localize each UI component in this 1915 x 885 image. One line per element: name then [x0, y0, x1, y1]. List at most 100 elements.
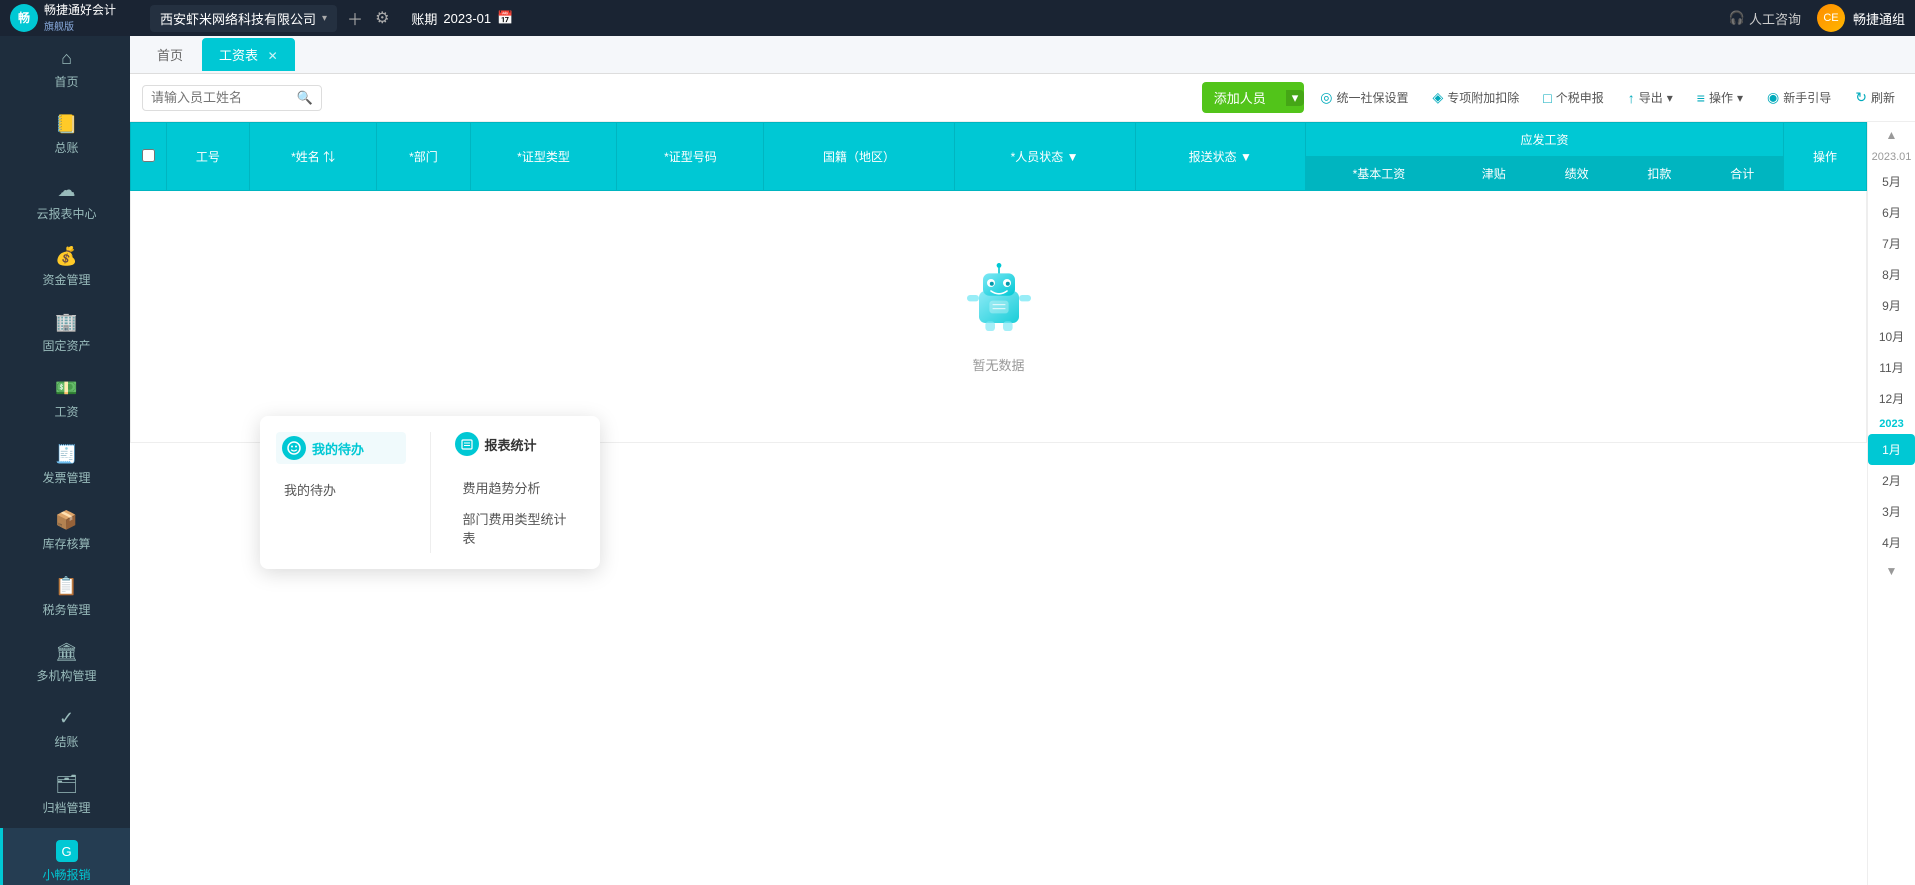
special-deduction-label: 专项附加扣除: [1447, 89, 1519, 106]
sidebar-label-xiaochang: 小畅报销: [42, 866, 90, 883]
month-nav-up[interactable]: ▲: [1868, 122, 1915, 148]
year-label-top: 2023.01: [1872, 148, 1912, 166]
calendar-icon[interactable]: 📅: [497, 10, 513, 26]
popup-expense-trend[interactable]: 费用趋势分析: [455, 472, 585, 503]
sidebar-item-assets[interactable]: 🏢 固定资产: [0, 300, 130, 366]
salary-icon: 💵: [55, 378, 77, 399]
tab-home-label: 首页: [157, 48, 183, 63]
month-item-7[interactable]: 7月: [1868, 228, 1915, 259]
tax-report-label: 个税申报: [1556, 89, 1604, 106]
avatar: CE: [1817, 4, 1845, 32]
sidebar-item-archive[interactable]: 🗂 归档管理: [0, 762, 130, 828]
settings-icon[interactable]: ⚙: [375, 8, 389, 28]
refresh-btn[interactable]: ↻ 刷新: [1847, 85, 1903, 110]
th-total: 合计: [1701, 157, 1784, 191]
user-area: CE 畅捷通组: [1817, 4, 1905, 32]
sidebar-label-salary: 工资: [54, 403, 78, 420]
operations-icon: ≡: [1697, 90, 1705, 106]
social-insurance-icon: ◎: [1320, 89, 1332, 106]
popup-my-pending[interactable]: 我的待办: [276, 474, 406, 505]
assets-icon: 🏢: [55, 312, 77, 333]
popup-dept-expense[interactable]: 部门费用类型统计表: [455, 503, 585, 553]
tab-salary-table[interactable]: 工资表 ✕: [202, 38, 295, 71]
month-item-1[interactable]: 1月: [1868, 434, 1915, 465]
sidebar-item-cloud-report[interactable]: ☁ 云报表中心: [0, 168, 130, 234]
support-button[interactable]: 🎧 人工咨询: [1729, 9, 1801, 28]
top-right: 🎧 人工咨询 CE 畅捷通组: [1729, 4, 1905, 32]
search-icon: 🔍: [297, 90, 313, 106]
operations-btn[interactable]: ≡ 操作 ▾: [1689, 85, 1751, 110]
main-layout: ⌂ 首页 📒 总账 ☁ 云报表中心 💰 资金管理 🏢 固定资产 💵 工资 🧾 发…: [0, 36, 1915, 885]
period-value: 2023-01: [443, 11, 491, 26]
inventory-icon: 📦: [55, 510, 77, 531]
tab-salary-label: 工资表: [219, 48, 258, 63]
tax-report-icon: □: [1543, 90, 1551, 106]
month-item-5[interactable]: 5月: [1868, 166, 1915, 197]
sidebar-item-invoice[interactable]: 🧾 发票管理: [0, 432, 130, 498]
sidebar-item-xiaochang[interactable]: G 小畅报销: [0, 828, 130, 885]
sidebar-label-invoice: 发票管理: [42, 469, 90, 486]
month-item-10[interactable]: 10月: [1868, 321, 1915, 352]
company-selector[interactable]: 西安虾米网络科技有限公司 ▾: [150, 5, 337, 32]
th-cert-type: *证型类型: [470, 123, 617, 191]
month-item-12[interactable]: 12月: [1868, 383, 1915, 414]
add-btn-label: 添加人员: [1202, 82, 1278, 113]
logo-icon: 畅: [10, 4, 38, 32]
month-nav-down[interactable]: ▼: [1868, 558, 1915, 584]
month-item-6[interactable]: 6月: [1868, 197, 1915, 228]
guide-btn[interactable]: ◉ 新手引导: [1759, 85, 1839, 110]
sidebar-item-fund[interactable]: 💰 资金管理: [0, 234, 130, 300]
toolbar: 🔍 添加人员 ▾ ◎ 统一社保设置 ◈ 专项附加扣除 □ 个税申报 ↑ 导出: [130, 74, 1915, 122]
th-operation: 操作: [1784, 123, 1867, 191]
period-area: 账期 2023-01 📅: [411, 9, 513, 28]
year-2023-label: 2023: [1879, 414, 1903, 434]
th-name: *姓名 ⇅: [249, 123, 377, 191]
month-item-2[interactable]: 2月: [1868, 465, 1915, 496]
select-all-checkbox[interactable]: [142, 149, 155, 162]
special-deduction-btn[interactable]: ◈ 专项附加扣除: [1424, 85, 1527, 110]
search-input[interactable]: [151, 90, 291, 105]
tab-close-icon[interactable]: ✕: [268, 49, 278, 63]
sidebar-label-tax: 税务管理: [42, 601, 90, 618]
export-btn[interactable]: ↑ 导出 ▾: [1620, 85, 1681, 110]
popup-left-title: 我的待办: [312, 439, 364, 458]
month-item-11[interactable]: 11月: [1868, 352, 1915, 383]
month-item-4[interactable]: 4月: [1868, 527, 1915, 558]
headset-icon: 🎧: [1729, 10, 1745, 26]
add-icon[interactable]: ＋: [347, 6, 363, 30]
th-base-salary: *基本工资: [1306, 157, 1453, 191]
th-job-number: 工号: [167, 123, 250, 191]
operations-label: 操作: [1709, 89, 1733, 106]
sidebar: ⌂ 首页 📒 总账 ☁ 云报表中心 💰 资金管理 🏢 固定资产 💵 工资 🧾 发…: [0, 36, 130, 885]
sidebar-label-cloud: 云报表中心: [36, 205, 96, 222]
sidebar-item-tax[interactable]: 📋 税务管理: [0, 564, 130, 630]
support-label: 人工咨询: [1749, 9, 1801, 28]
popup-right-header[interactable]: 报表统计: [455, 432, 585, 462]
sidebar-item-home[interactable]: ⌂ 首页: [0, 36, 130, 102]
sidebar-label-multi-org: 多机构管理: [36, 667, 96, 684]
sidebar-item-closing[interactable]: ✓ 结账: [0, 696, 130, 762]
add-person-button[interactable]: 添加人员 ▾: [1202, 82, 1305, 113]
sidebar-item-multi-org[interactable]: 🏛 多机构管理: [0, 630, 130, 696]
sidebar-item-ledger[interactable]: 📒 总账: [0, 102, 130, 168]
search-box[interactable]: 🔍: [142, 85, 322, 111]
popup-left-header[interactable]: 我的待办: [276, 432, 406, 464]
month-item-3[interactable]: 3月: [1868, 496, 1915, 527]
month-item-9[interactable]: 9月: [1868, 290, 1915, 321]
month-item-8[interactable]: 8月: [1868, 259, 1915, 290]
tab-home[interactable]: 首页: [140, 38, 200, 71]
sidebar-item-salary[interactable]: 💵 工资: [0, 366, 130, 432]
right-panel: ▲ 2023.01 5月 6月 7月 8月 9月 10月 11月 12月 202…: [1867, 122, 1915, 885]
archive-icon: 🗂: [55, 774, 78, 795]
add-btn-arrow-icon[interactable]: ▾: [1286, 90, 1305, 106]
sidebar-item-inventory[interactable]: 📦 库存核算: [0, 498, 130, 564]
th-deduction: 扣款: [1618, 157, 1701, 191]
tax-report-btn[interactable]: □ 个税申报: [1535, 85, 1611, 110]
social-insurance-btn[interactable]: ◎ 统一社保设置: [1312, 85, 1416, 110]
logo-text: 畅捷通好会计: [44, 3, 116, 17]
ledger-icon: 📒: [55, 114, 77, 135]
th-checkbox: [131, 123, 167, 191]
empty-state: 暂无数据: [137, 199, 1860, 434]
sidebar-label-fund: 资金管理: [42, 271, 90, 288]
logo-text-area: 畅捷通好会计 旗舰版: [44, 3, 116, 32]
